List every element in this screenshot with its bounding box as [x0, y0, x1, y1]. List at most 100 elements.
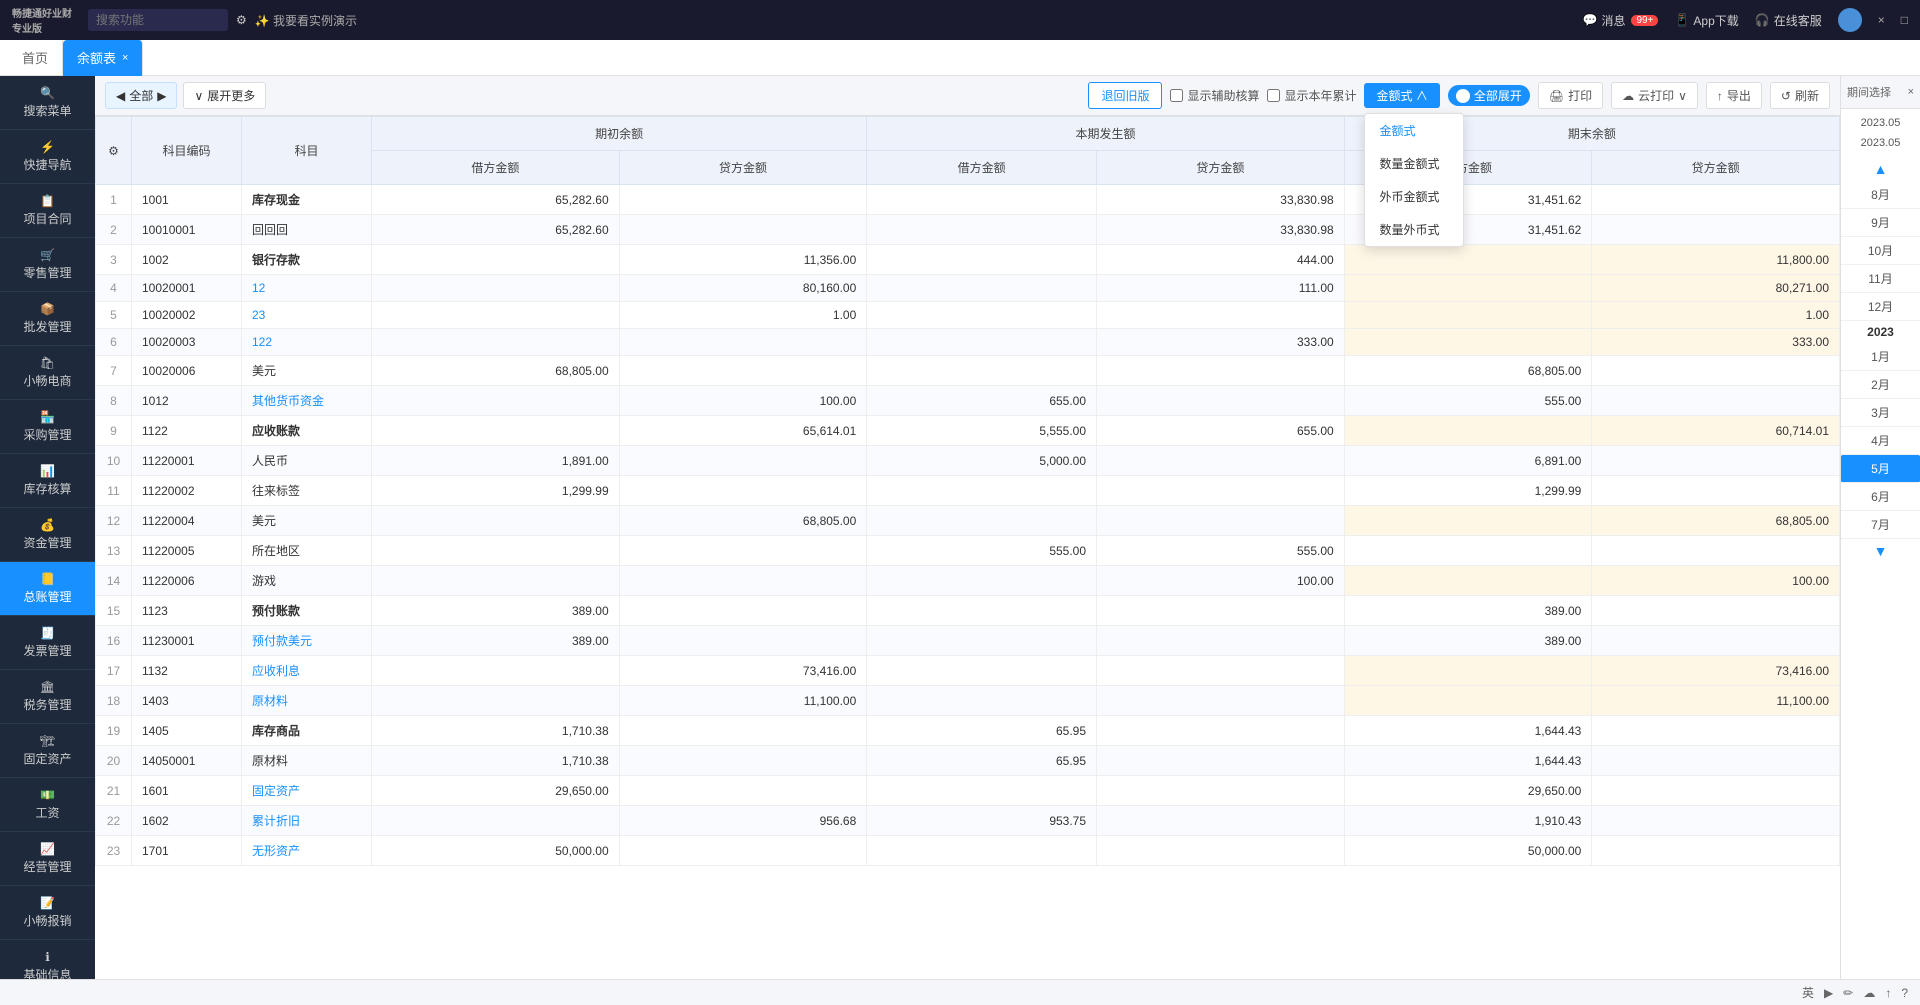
menu-item-qty-amount[interactable]: 数量金额式: [1365, 147, 1463, 180]
panel-scroll-up-btn[interactable]: ▲: [1841, 157, 1920, 181]
closing-credit-cell: [1592, 446, 1840, 476]
row-name: 回回回: [242, 215, 372, 245]
opening-debit-cell: 65,282.60: [372, 185, 620, 215]
return-old-version-btn[interactable]: 退回旧版: [1088, 82, 1162, 109]
sidebar-item-business[interactable]: 📈 经营管理: [0, 832, 95, 886]
sidebar-item-ecommerce[interactable]: 🛍 小畅电商: [0, 346, 95, 400]
menu-item-qty-foreign[interactable]: 数量外币式: [1365, 213, 1463, 246]
sidebar-item-project[interactable]: 📋 项目合同: [0, 184, 95, 238]
cloud-print-btn[interactable]: ☁ 云打印 ∨: [1611, 82, 1698, 109]
tab-close-icon[interactable]: ×: [122, 52, 128, 64]
annual-checkbox[interactable]: [1267, 89, 1280, 102]
sidebar-item-reports[interactable]: 📝 小畅报销: [0, 886, 95, 940]
sidebar-item-invoice[interactable]: 🧾 发票管理: [0, 616, 95, 670]
month-item[interactable]: 2月: [1841, 371, 1920, 399]
month-item[interactable]: 7月: [1841, 511, 1920, 539]
panel-scroll-down-btn[interactable]: ▼: [1841, 539, 1920, 563]
period-debit-cell: [867, 596, 1097, 626]
opening-credit-cell: 73,416.00: [619, 656, 867, 686]
sidebar-item-base[interactable]: ℹ 基础信息: [0, 940, 95, 979]
window-close-btn[interactable]: ×: [1878, 13, 1885, 27]
sidebar-item-salary[interactable]: 💵 工资: [0, 778, 95, 832]
help-icon[interactable]: ?: [1901, 986, 1908, 1000]
closing-credit-cell: 11,100.00: [1592, 686, 1840, 716]
tab-home[interactable]: 首页: [8, 40, 63, 76]
table-row: 5 10020002 23 1.00 1.00: [96, 302, 1840, 329]
row-name[interactable]: 12: [242, 275, 372, 302]
sidebar-item-assets[interactable]: 🏗 固定资产: [0, 724, 95, 778]
row-name[interactable]: 预付款美元: [242, 626, 372, 656]
table-settings-icon[interactable]: ⚙: [108, 144, 119, 158]
year-label: 2023: [1841, 321, 1920, 343]
print-btn[interactable]: 🖨 打印: [1538, 82, 1603, 109]
code-col-header: 科目编码: [132, 117, 242, 185]
month-item[interactable]: 10月: [1841, 237, 1920, 265]
period-credit-cell: [1097, 386, 1345, 416]
row-name[interactable]: 应收利息: [242, 656, 372, 686]
row-name[interactable]: 累计折旧: [242, 806, 372, 836]
upload-icon[interactable]: ↑: [1885, 986, 1891, 1000]
row-number: 14: [96, 566, 132, 596]
lang-icon[interactable]: 英: [1802, 984, 1814, 1001]
row-name[interactable]: 122: [242, 329, 372, 356]
sidebar-item-retail[interactable]: 🛒 零售管理: [0, 238, 95, 292]
view-mode-btn[interactable]: 金额式 ∧: [1364, 83, 1439, 108]
month-item[interactable]: 6月: [1841, 483, 1920, 511]
sidebar-item-accounting[interactable]: 📒 总账管理: [0, 562, 95, 616]
play-icon[interactable]: ▶: [1824, 986, 1833, 1000]
edit-icon[interactable]: ✏: [1843, 986, 1853, 1000]
sidebar-item-shortcut[interactable]: ⚡ 快捷导航: [0, 130, 95, 184]
row-name[interactable]: 23: [242, 302, 372, 329]
month-item[interactable]: 3月: [1841, 399, 1920, 427]
window-maximize-btn[interactable]: □: [1901, 13, 1908, 27]
app-download-btn[interactable]: 📱 App下载: [1674, 12, 1738, 29]
row-name[interactable]: 原材料: [242, 686, 372, 716]
month-item[interactable]: 8月: [1841, 181, 1920, 209]
message-btn[interactable]: 💬 消息 99+: [1583, 12, 1659, 29]
sidebar-item-purchase[interactable]: 🏪 采购管理: [0, 400, 95, 454]
refresh-btn[interactable]: ↺ 刷新: [1770, 82, 1830, 109]
period-debit-cell: 953.75: [867, 806, 1097, 836]
breadcrumb-btn[interactable]: ◀ 全部 ▶: [105, 82, 177, 109]
opening-credit-cell: [619, 716, 867, 746]
sidebar-item-wholesale[interactable]: 📦 批发管理: [0, 292, 95, 346]
table-row: 16 11230001 预付款美元 389.00 389.00: [96, 626, 1840, 656]
avatar[interactable]: [1838, 8, 1862, 32]
row-name[interactable]: 无形资产: [242, 836, 372, 866]
opening-credit-cell: [619, 536, 867, 566]
demo-link[interactable]: ✨ 我要看实例演示: [255, 12, 357, 29]
right-panel-close-btn[interactable]: ×: [1908, 86, 1914, 98]
row-name[interactable]: 固定资产: [242, 776, 372, 806]
sidebar-item-finance[interactable]: 💰 资金管理: [0, 508, 95, 562]
table-row: 7 10020006 美元 68,805.00 68,805.00: [96, 356, 1840, 386]
gear-icon[interactable]: ⚙: [236, 13, 247, 27]
sidebar-item-search[interactable]: 🔍 搜索菜单: [0, 76, 95, 130]
cloud-bottom-icon[interactable]: ☁: [1863, 986, 1875, 1000]
month-item[interactable]: 1月: [1841, 343, 1920, 371]
month-item[interactable]: 11月: [1841, 265, 1920, 293]
checkbox-auxiliary[interactable]: 显示辅助核算: [1170, 87, 1259, 104]
month-item[interactable]: 5月: [1841, 455, 1920, 483]
month-item[interactable]: 9月: [1841, 209, 1920, 237]
month-item[interactable]: 12月: [1841, 293, 1920, 321]
settings-col-header[interactable]: ⚙: [96, 117, 132, 185]
menu-item-amount[interactable]: 金额式: [1365, 114, 1463, 147]
online-service-btn[interactable]: 🎧 在线客服: [1755, 12, 1822, 29]
checkbox-annual[interactable]: 显示本年累计: [1267, 87, 1356, 104]
sidebar-item-inventory[interactable]: 📊 库存核算: [0, 454, 95, 508]
sidebar-item-tax[interactable]: 🏛 税务管理: [0, 670, 95, 724]
tab-balance[interactable]: 余额表 ×: [63, 40, 143, 76]
menu-item-foreign-amount[interactable]: 外币金额式: [1365, 180, 1463, 213]
period-credit-cell: [1097, 446, 1345, 476]
search-input[interactable]: [88, 9, 228, 31]
expand-btn[interactable]: ∨ 展开更多: [183, 82, 266, 109]
auxiliary-checkbox[interactable]: [1170, 89, 1183, 102]
expand-all-toggle[interactable]: 全部展开: [1448, 85, 1530, 106]
view-mode-dropdown[interactable]: 金额式 ∧ 金额式 数量金额式 外币金额式 数量外币式: [1364, 83, 1439, 108]
export-btn[interactable]: ↑ 导出: [1706, 82, 1762, 109]
closing-debit-cell: 68,805.00: [1344, 356, 1592, 386]
closing-credit-cell: [1592, 716, 1840, 746]
row-name[interactable]: 其他货币资金: [242, 386, 372, 416]
month-item[interactable]: 4月: [1841, 427, 1920, 455]
closing-credit-cell: [1592, 356, 1840, 386]
